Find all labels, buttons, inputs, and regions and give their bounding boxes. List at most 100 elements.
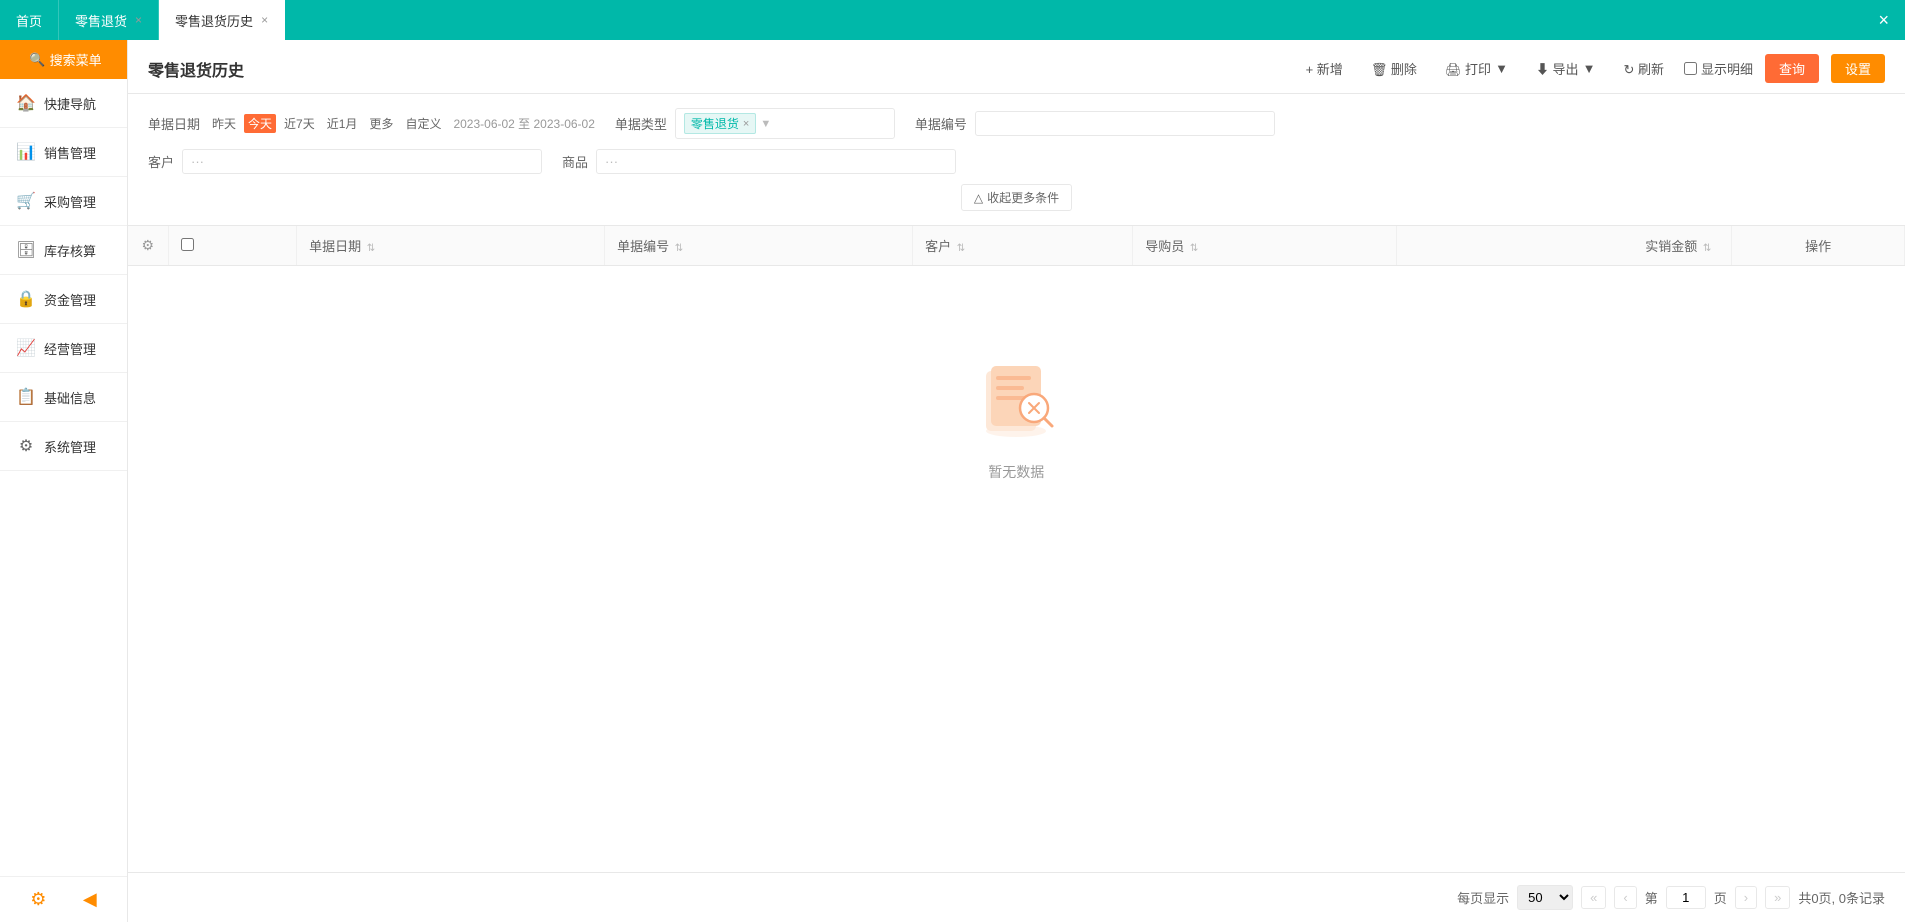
show-detail-toggle[interactable]: 显示明细 [1684, 59, 1753, 78]
inventory-icon: 🗄 [16, 240, 36, 260]
select-all-checkbox[interactable] [181, 238, 194, 251]
empty-icon [966, 346, 1066, 446]
delete-label: 🗑 删除 [1371, 59, 1417, 78]
table-header: ⚙ 单据日期 ⇅ 单据编号 ⇅ [128, 226, 1905, 266]
show-detail-checkbox[interactable] [1684, 62, 1697, 75]
th-customer: 客户 ⇅ [913, 226, 1133, 266]
per-page-select[interactable]: 50 20 100 [1517, 885, 1573, 910]
settings-button[interactable]: 设置 [1831, 54, 1885, 83]
print-label: 🖨 打印 [1445, 59, 1491, 78]
data-table: ⚙ 单据日期 ⇅ 单据编号 ⇅ [128, 226, 1905, 562]
th-settings: ⚙ [128, 226, 168, 266]
refresh-button[interactable]: ↻ 刷新 [1615, 55, 1672, 82]
sidebar-item-inventory[interactable]: 🗄 库存核算 [0, 226, 127, 275]
filter-customer-item: 客户 ··· [148, 149, 542, 174]
first-page-button[interactable]: « [1581, 886, 1606, 909]
print-button[interactable]: 🖨 打印 ▼ [1437, 55, 1516, 82]
date-1month[interactable]: 近1月 [323, 114, 362, 133]
collapse-label: 收起更多条件 [987, 189, 1059, 206]
sidebar-item-sales-label: 销售管理 [44, 143, 96, 162]
table-settings-icon[interactable]: ⚙ [141, 237, 154, 253]
doctype-select-arrow: ▼ [760, 118, 771, 130]
export-dropdown-icon: ▼ [1583, 61, 1596, 76]
add-label: + 新增 [1306, 59, 1343, 78]
date-custom[interactable]: 自定义 [401, 114, 445, 133]
collapse-filter-button[interactable]: △ 收起更多条件 [961, 184, 1072, 211]
customer-sort-icon[interactable]: ⇅ [957, 243, 965, 254]
date-range-display: 2023-06-02 至 2023-06-02 [453, 115, 594, 132]
sidebar-item-sales-mgmt[interactable]: 📊 销售管理 [0, 128, 127, 177]
purchase-icon: 🛒 [16, 191, 36, 211]
sales-icon: 📊 [16, 142, 36, 162]
finance-icon: 🔒 [16, 289, 36, 309]
sidebar-search-button[interactable]: 🔍 搜索菜单 [0, 40, 127, 79]
print-dropdown-icon: ▼ [1495, 61, 1508, 76]
sidebar: 🔍 搜索菜单 🏠 快捷导航 📊 销售管理 🛒 采购管理 🗄 库存核算 🔒 资金管… [0, 40, 128, 922]
date-yesterday[interactable]: 昨天 [208, 114, 240, 133]
th-doc-date: 单据日期 ⇅ [297, 226, 605, 266]
top-bar: 首页 零售退货 × 零售退货历史 × × [0, 0, 1905, 40]
collapse-icon: △ [974, 191, 983, 205]
pagination-bar: 每页显示 50 20 100 « ‹ 第 页 › » 共0页, 0条记录 [128, 872, 1905, 922]
th-checkbox [168, 226, 297, 266]
date-7days[interactable]: 近7天 [280, 114, 319, 133]
query-button[interactable]: 查询 [1765, 54, 1819, 83]
empty-state: 暂无数据 [128, 266, 1905, 562]
filter-customer-input[interactable]: ··· [182, 149, 542, 174]
home-icon: 🏠 [16, 93, 36, 113]
empty-text: 暂无数据 [988, 462, 1044, 482]
tab-retail-return[interactable]: 零售退货 × [59, 0, 159, 40]
tab-retail-return-history-label: 零售退货历史 [175, 11, 253, 30]
refresh-label: ↻ 刷新 [1623, 59, 1664, 78]
doctype-tag: 零售退货 × [684, 113, 756, 134]
export-button[interactable]: ⬇ 导出 ▼ [1528, 55, 1604, 82]
page-label: 第 [1645, 888, 1658, 907]
tab-retail-return-close[interactable]: × [135, 13, 142, 27]
sidebar-item-purchase-mgmt[interactable]: 🛒 采购管理 [0, 177, 127, 226]
filter-row-2: 客户 ··· 商品 ··· [148, 149, 1885, 174]
tab-retail-return-history[interactable]: 零售退货历史 × [159, 0, 285, 40]
settings-bottom-icon[interactable]: ⚙ [30, 889, 46, 910]
page-input[interactable] [1666, 886, 1706, 909]
next-page-button[interactable]: › [1735, 886, 1757, 909]
doc-no-sort-icon[interactable]: ⇅ [675, 243, 683, 254]
show-detail-label: 显示明细 [1701, 59, 1753, 78]
prev-page-button[interactable]: ‹ [1614, 886, 1636, 909]
per-page-label: 每页显示 [1457, 888, 1509, 907]
filter-customer-placeholder: ··· [191, 154, 204, 169]
sidebar-item-operations-label: 经营管理 [44, 339, 96, 358]
guide-sort-icon[interactable]: ⇅ [1190, 243, 1198, 254]
filter-doctype-select[interactable]: 零售退货 × ▼ [675, 108, 895, 139]
filter-docno-label: 单据编号 [915, 114, 967, 133]
delete-button[interactable]: 🗑 删除 [1363, 55, 1425, 82]
sidebar-item-finance-mgmt[interactable]: 🔒 资金管理 [0, 275, 127, 324]
amount-sort-icon[interactable]: ⇅ [1703, 243, 1711, 254]
tab-home[interactable]: 首页 [0, 0, 59, 40]
filter-goods-item: 商品 ··· [562, 149, 956, 174]
sidebar-item-operations-mgmt[interactable]: 📈 经营管理 [0, 324, 127, 373]
filter-row-1: 单据日期 昨天 今天 近7天 近1月 更多 自定义 2023-06-02 至 2… [148, 108, 1885, 139]
th-guide-label: 导购员 [1145, 239, 1184, 254]
basic-info-icon: 📋 [16, 387, 36, 407]
empty-state-row: 暂无数据 [128, 266, 1905, 563]
operations-icon: 📈 [16, 338, 36, 358]
sidebar-item-basic-info[interactable]: 📋 基础信息 [0, 373, 127, 422]
sidebar-item-quick-nav[interactable]: 🏠 快捷导航 [0, 79, 127, 128]
query-label: 查询 [1779, 62, 1805, 77]
pagination-total-info: 共0页, 0条记录 [1798, 888, 1885, 907]
last-page-button[interactable]: » [1765, 886, 1790, 909]
tab-retail-return-history-close[interactable]: × [261, 13, 268, 27]
collapse-sidebar-icon[interactable]: ◀ [83, 889, 97, 910]
add-button[interactable]: + 新增 [1298, 55, 1351, 82]
filter-docno-input[interactable] [975, 111, 1275, 136]
page-header: 零售退货历史 + 新增 🗑 删除 🖨 打印 ▼ ⬇ 导出 ▼ ↻ 刷新 [128, 40, 1905, 94]
th-ops-label: 操作 [1805, 239, 1831, 254]
window-close-button[interactable]: × [1878, 10, 1889, 31]
doctype-tag-value: 零售退货 [691, 115, 739, 132]
filter-goods-input[interactable]: ··· [596, 149, 956, 174]
doc-date-sort-icon[interactable]: ⇅ [367, 243, 375, 254]
date-today[interactable]: 今天 [244, 114, 276, 133]
sidebar-item-system-mgmt[interactable]: ⚙ 系统管理 [0, 422, 127, 471]
doctype-tag-close[interactable]: × [743, 118, 749, 130]
date-more[interactable]: 更多 [365, 114, 397, 133]
